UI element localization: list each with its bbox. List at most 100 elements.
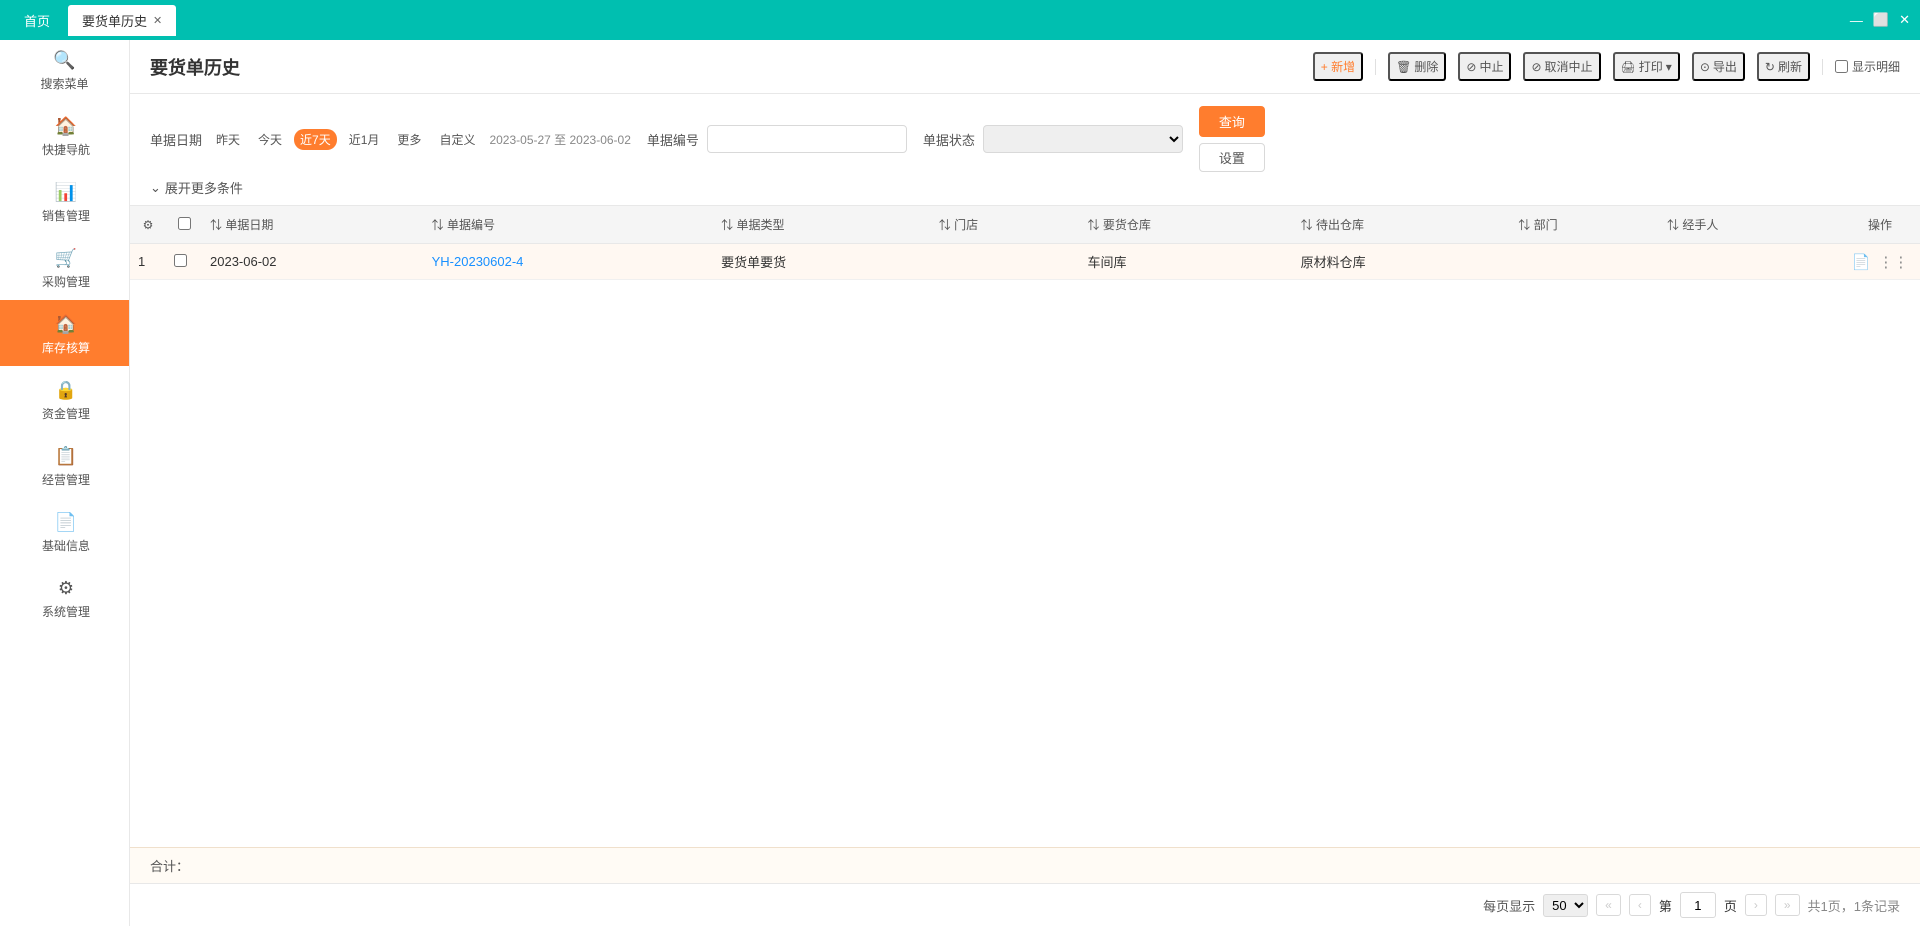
th-dept[interactable]: ⇅ 部门 [1510, 206, 1659, 244]
top-bar: 首页 要货单历史 ✕ — ⬜ ✕ [0, 0, 1920, 40]
sidebar-item-sales[interactable]: 📊 销售管理 [0, 168, 129, 234]
lock-icon: 🔒 [55, 380, 77, 401]
divider-2 [1822, 59, 1823, 75]
refresh-icon: ↻ [1765, 60, 1775, 74]
search-icon: 🔍 [53, 50, 75, 71]
delete-button[interactable]: 🗑 删除 [1388, 52, 1446, 81]
row-more-icon[interactable]: ⋮⋮ [1878, 253, 1908, 271]
toolbar: + 新增 🗑 删除 ⊘ 中止 ⊘ 取消中止 🖨 打印 ▾ [1313, 52, 1900, 81]
sort-icon-5: ⇅ [1088, 218, 1100, 232]
sort-icon-7: ⇅ [1518, 218, 1530, 232]
chart-icon: 📊 [55, 182, 77, 203]
page-label-post: 页 [1724, 896, 1737, 915]
ops-icon: 📋 [55, 446, 77, 467]
stop-button[interactable]: ⊘ 中止 [1458, 52, 1511, 81]
date-opt-today[interactable]: 今天 [252, 129, 288, 150]
last-page-btn[interactable]: » [1775, 894, 1800, 916]
new-button[interactable]: + 新增 [1313, 52, 1363, 81]
row-store [931, 244, 1080, 280]
th-handler[interactable]: ⇅ 经手人 [1659, 206, 1840, 244]
doc-icon: 📄 [55, 512, 77, 533]
row-edit-icon[interactable]: 📄 [1852, 253, 1871, 271]
sidebar-item-purchase[interactable]: 🛒 采购管理 [0, 234, 129, 300]
content-area: 要货单历史 + 新增 🗑 删除 ⊘ 中止 ⊘ 取消中止 🖨 打 [130, 40, 1920, 926]
page-title: 要货单历史 [150, 54, 240, 80]
query-button[interactable]: 查询 [1199, 106, 1265, 137]
row-doc-date: 2023-06-02 [202, 244, 424, 280]
sidebar-item-basic[interactable]: 📄 基础信息 [0, 498, 129, 564]
sort-icon-2: ⇅ [432, 218, 444, 232]
main-table: ⚙ ⇅ 单据日期 ⇅ 单据编号 ⇅ 单据类型 ⇅ 门店 ⇅ 要货仓库 ⇅ 待出仓… [130, 206, 1920, 280]
date-opt-1month[interactable]: 近1月 [343, 129, 386, 150]
status-label: 单据状态 [923, 130, 975, 149]
settings-button[interactable]: 设置 [1199, 143, 1265, 172]
sort-icon-3: ⇅ [721, 218, 733, 232]
display-detail-checkbox[interactable] [1835, 60, 1848, 73]
cart-icon: 🛒 [55, 248, 77, 269]
tab-history[interactable]: 要货单历史 ✕ [68, 5, 176, 36]
sort-icon-4: ⇅ [939, 218, 951, 232]
th-pending-warehouse[interactable]: ⇅ 待出仓库 [1293, 206, 1511, 244]
sidebar-item-inventory[interactable]: 🏠 库存核算 [0, 300, 129, 366]
date-opt-more[interactable]: 更多 [391, 129, 427, 150]
row-pending-warehouse: 原材料仓库 [1293, 244, 1511, 280]
th-req-warehouse[interactable]: ⇅ 要货仓库 [1080, 206, 1293, 244]
sort-icon: ⇅ [210, 218, 222, 232]
date-opt-7days[interactable]: 近7天 [294, 129, 337, 150]
first-page-btn[interactable]: « [1596, 894, 1621, 916]
sidebar-item-quick-nav[interactable]: 🏠 快捷导航 [0, 102, 129, 168]
row-handler [1659, 244, 1840, 280]
th-gear[interactable]: ⚙ [130, 206, 166, 244]
print-icon: 🖨 [1621, 60, 1636, 74]
row-num: 1 [130, 244, 166, 280]
close-icon[interactable]: ✕ [1899, 12, 1910, 28]
sidebar-item-finance[interactable]: 🔒 资金管理 [0, 366, 129, 432]
minimize-icon[interactable]: — [1850, 13, 1863, 28]
cancel-stop-button[interactable]: ⊘ 取消中止 [1523, 52, 1600, 81]
sidebar-item-system[interactable]: ⚙ 系统管理 [0, 564, 129, 630]
table-wrapper: ⚙ ⇅ 单据日期 ⇅ 单据编号 ⇅ 单据类型 ⇅ 门店 ⇅ 要货仓库 ⇅ 待出仓… [130, 206, 1920, 847]
sidebar-search[interactable]: 🔍 搜索菜单 [0, 40, 129, 102]
th-store[interactable]: ⇅ 门店 [931, 206, 1080, 244]
delete-icon: 🗑 [1396, 60, 1411, 74]
export-button[interactable]: ⊙ 导出 [1692, 52, 1745, 81]
divider-1 [1375, 59, 1376, 75]
tab-close-icon[interactable]: ✕ [153, 14, 162, 27]
date-opt-yesterday[interactable]: 昨天 [210, 129, 246, 150]
th-checkbox[interactable] [166, 206, 202, 244]
display-detail-toggle[interactable]: 显示明细 [1835, 58, 1900, 75]
select-all-checkbox[interactable] [178, 217, 191, 230]
th-doc-type[interactable]: ⇅ 单据类型 [713, 206, 931, 244]
summary-label: 合计： [150, 859, 189, 874]
stop-icon: ⊘ [1466, 60, 1476, 74]
filter-row: 单据日期 昨天 今天 近7天 近1月 更多 自定义 2023-05-27 至 2… [150, 106, 1900, 172]
chevron-down-icon: ⌄ [150, 180, 161, 196]
inventory-icon: 🏠 [55, 314, 77, 335]
row-checkbox[interactable] [166, 244, 202, 280]
date-opt-custom[interactable]: 自定义 [433, 129, 481, 150]
tab-home[interactable]: 首页 [10, 5, 64, 36]
maximize-icon[interactable]: ⬜ [1873, 12, 1889, 28]
per-page-select[interactable]: 50 [1543, 894, 1588, 917]
row-req-warehouse: 车间库 [1080, 244, 1293, 280]
status-select[interactable] [983, 125, 1183, 153]
th-doc-no[interactable]: ⇅ 单据编号 [424, 206, 714, 244]
page-header: 要货单历史 + 新增 🗑 删除 ⊘ 中止 ⊘ 取消中止 🖨 打 [130, 40, 1920, 94]
th-doc-date[interactable]: ⇅ 单据日期 [202, 206, 424, 244]
main-layout: 🔍 搜索菜单 🏠 快捷导航 📊 销售管理 🛒 采购管理 🏠 库存核算 🔒 资金管… [0, 40, 1920, 926]
expand-more[interactable]: ⌄ 展开更多条件 [150, 178, 1900, 197]
page-input[interactable] [1680, 892, 1716, 918]
gear-icon: ⚙ [58, 578, 74, 599]
sort-icon-6: ⇅ [1301, 218, 1313, 232]
refresh-button[interactable]: ↻ 刷新 [1757, 52, 1810, 81]
print-button[interactable]: 🖨 打印 ▾ [1613, 52, 1680, 81]
prev-page-btn[interactable]: ‹ [1629, 894, 1651, 916]
export-icon: ⊙ [1700, 60, 1710, 74]
sort-icon-8: ⇅ [1667, 218, 1679, 232]
row-doc-no[interactable]: YH-20230602-4 [424, 244, 714, 280]
docno-input[interactable] [707, 125, 907, 153]
next-page-btn[interactable]: › [1745, 894, 1767, 916]
sidebar-item-ops[interactable]: 📋 经营管理 [0, 432, 129, 498]
pagination: 每页显示 50 « ‹ 第 页 › » 共1页，1条记录 [130, 883, 1920, 926]
filter-area: 单据日期 昨天 今天 近7天 近1月 更多 自定义 2023-05-27 至 2… [130, 94, 1920, 206]
